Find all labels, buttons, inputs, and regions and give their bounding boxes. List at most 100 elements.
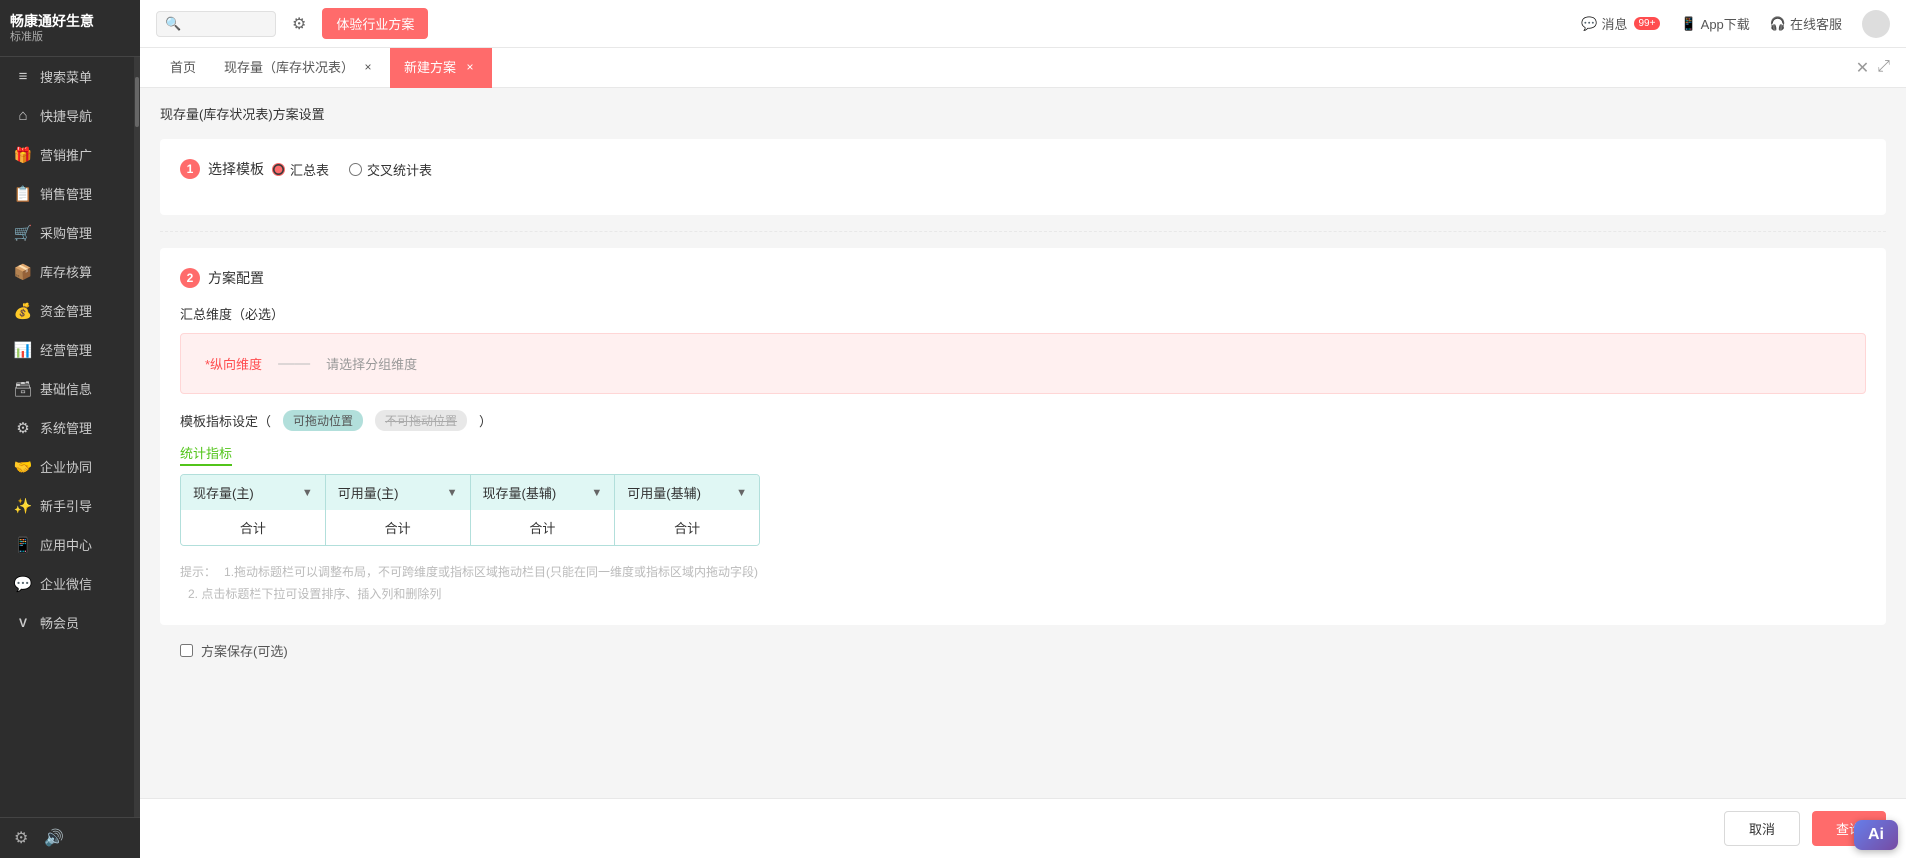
home-icon: ⌂ [14, 107, 32, 125]
sidebar-item-label: 应用中心 [40, 535, 92, 554]
settings-icon[interactable]: ⚙ [14, 828, 28, 848]
col-header-2[interactable]: 现存量(基辅) ▼ [471, 475, 616, 510]
sidebar-item-app-center[interactable]: 📱 应用中心 [0, 525, 134, 564]
save-checkbox[interactable] [180, 644, 193, 657]
save-row: 方案保存(可选) [160, 629, 1886, 672]
sidebar-scrollbar[interactable] [134, 57, 140, 817]
sidebar-item-basic-info[interactable]: 🗃 基础信息 [0, 369, 134, 408]
content-area: 现存量(库存状况表)方案设置 1 选择模板 汇总表 交叉统计表 [140, 88, 1906, 798]
tabs-expand-icon[interactable]: ⤢ [1877, 58, 1890, 78]
step2-section: 2 方案配置 汇总维度（必选） *纵向维度 —— 请选择分组维度 模板指标设定（… [160, 248, 1886, 625]
col-header-1[interactable]: 可用量(主) ▼ [326, 475, 471, 510]
save-label: 方案保存(可选) [201, 641, 288, 660]
dimension-required: *纵向维度 [205, 354, 262, 373]
online-support-item[interactable]: 🎧 在线客服 [1770, 14, 1842, 33]
col-header-0-label: 现存量(主) [193, 483, 254, 502]
col-0-chevron[interactable]: ▼ [302, 487, 313, 499]
tabs-bar: 首页 现存量（库存状况表） × 新建方案 × ✕ ⤢ [140, 48, 1906, 88]
gear-icon[interactable]: ⚙ [292, 14, 306, 34]
no-drag-badge: 不可拖动位置 [375, 410, 467, 431]
tabs-close-icon[interactable]: ✕ [1856, 58, 1869, 78]
col-body-1: 合计 [326, 510, 471, 545]
search-menu-icon: ≡ [14, 68, 32, 86]
new-guide-icon: ✨ [14, 497, 32, 515]
app-download-item[interactable]: 📱 App下载 [1680, 14, 1749, 33]
finance-icon: 💰 [14, 302, 32, 320]
sidebar-item-system[interactable]: ⚙ 系统管理 [0, 408, 134, 447]
sidebar-scrollbar-thumb [135, 77, 139, 127]
radio-summary-label: 汇总表 [290, 160, 329, 179]
message-icon: 💬 [1581, 16, 1597, 32]
sound-icon[interactable]: 🔊 [44, 828, 64, 848]
avatar[interactable] [1862, 10, 1890, 38]
hint-row-1: 2. 点击标题栏下拉可设置排序、插入列和删除列 [180, 584, 1866, 606]
step1-header: 1 选择模板 汇总表 交叉统计表 [180, 159, 1866, 179]
sidebar-item-label: 采购管理 [40, 223, 92, 242]
step1-section: 1 选择模板 汇总表 交叉统计表 [160, 139, 1886, 215]
sidebar-item-quick-nav[interactable]: ⌂ 快捷导航 [0, 96, 134, 135]
sidebar-item-member[interactable]: V 畅会员 [0, 603, 134, 642]
sidebar-item-label: 经营管理 [40, 340, 92, 359]
stats-table-header: 现存量(主) ▼ 可用量(主) ▼ 现存量(基辅) ▼ 可用量(基辅) [181, 475, 759, 510]
operations-icon: 📊 [14, 341, 32, 359]
step2-title: 方案配置 [208, 268, 264, 288]
topbar-right: 💬 消息 99+ 📱 App下载 🎧 在线客服 [1581, 10, 1890, 38]
col-header-0[interactable]: 现存量(主) ▼ [181, 475, 326, 510]
support-icon: 🎧 [1770, 16, 1786, 32]
col-2-chevron[interactable]: ▼ [591, 487, 602, 499]
col-header-3[interactable]: 可用量(基辅) ▼ [615, 475, 759, 510]
radio-cross-input[interactable] [349, 163, 362, 176]
cancel-button[interactable]: 取消 [1724, 811, 1800, 846]
indicator-close: ） [479, 411, 492, 430]
step1-title: 选择模板 [208, 159, 264, 179]
sidebar-item-new-guide[interactable]: ✨ 新手引导 [0, 486, 134, 525]
dimension-placeholder: 请选择分组维度 [326, 354, 417, 373]
sales-icon: 📋 [14, 185, 32, 203]
col-header-3-label: 可用量(基辅) [627, 483, 701, 502]
sidebar-item-label: 畅会员 [40, 613, 79, 632]
page-title: 现存量(库存状况表)方案设置 [160, 104, 1886, 123]
search-box[interactable]: 🔍 [156, 11, 276, 37]
sidebar-item-finance[interactable]: 💰 资金管理 [0, 291, 134, 330]
sidebar-item-enterprise[interactable]: 🤝 企业协同 [0, 447, 134, 486]
col-3-chevron[interactable]: ▼ [736, 487, 747, 499]
hint-row-0: 提示： 1.拖动标题栏可以调整布局，不可跨维度或指标区域拖动栏目(只能在同一维度… [180, 562, 1866, 584]
sidebar-item-marketing[interactable]: 🎁 营销推广 [0, 135, 134, 174]
sidebar-item-search-menu[interactable]: ≡ 搜索菜单 [0, 57, 134, 96]
sidebar-item-inventory[interactable]: 📦 库存核算 [0, 252, 134, 291]
tab-new-plan-label: 新建方案 [404, 57, 456, 76]
sidebar-item-label: 系统管理 [40, 418, 92, 437]
radio-cross[interactable]: 交叉统计表 [349, 160, 432, 179]
radio-summary[interactable]: 汇总表 [272, 160, 329, 179]
main-area: 🔍 ⚙ 体验行业方案 💬 消息 99+ 📱 App下载 🎧 在线客服 首页 [140, 0, 1906, 858]
radio-cross-label: 交叉统计表 [367, 160, 432, 179]
industry-btn[interactable]: 体验行业方案 [322, 8, 428, 39]
stats-table-body: 合计 合计 合计 合计 [181, 510, 759, 545]
sidebar-item-operations[interactable]: 📊 经营管理 [0, 330, 134, 369]
stats-table: 现存量(主) ▼ 可用量(主) ▼ 现存量(基辅) ▼ 可用量(基辅) [180, 474, 760, 546]
ai-badge[interactable]: Ai [1854, 820, 1898, 850]
tab-home[interactable]: 首页 [156, 48, 210, 88]
col-1-chevron[interactable]: ▼ [447, 487, 458, 499]
section-divider [160, 231, 1886, 232]
message-item[interactable]: 💬 消息 99+ [1581, 14, 1660, 33]
online-support-label: 在线客服 [1790, 14, 1842, 33]
tab-new-plan-close[interactable]: × [462, 59, 478, 75]
message-label: 消息 [1601, 14, 1627, 33]
tab-inventory-label: 现存量（库存状况表） [224, 57, 354, 76]
sidebar-item-enterprise-wechat[interactable]: 💬 企业微信 [0, 564, 134, 603]
tab-new-plan[interactable]: 新建方案 × [390, 48, 492, 88]
tab-inventory-close[interactable]: × [360, 59, 376, 75]
sidebar-item-label: 基础信息 [40, 379, 92, 398]
dimension-box[interactable]: *纵向维度 —— 请选择分组维度 [180, 333, 1866, 394]
inventory-icon: 📦 [14, 263, 32, 281]
sidebar-item-label: 营销推广 [40, 145, 92, 164]
brand-sub: 标准版 [10, 30, 130, 44]
tab-inventory[interactable]: 现存量（库存状况表） × [210, 48, 390, 88]
radio-summary-input[interactable] [272, 163, 285, 176]
step2-header: 2 方案配置 [180, 268, 1866, 288]
sidebar-item-purchase[interactable]: 🛒 采购管理 [0, 213, 134, 252]
message-badge: 99+ [1634, 17, 1661, 30]
search-input[interactable] [185, 17, 265, 31]
sidebar-item-sales[interactable]: 📋 销售管理 [0, 174, 134, 213]
